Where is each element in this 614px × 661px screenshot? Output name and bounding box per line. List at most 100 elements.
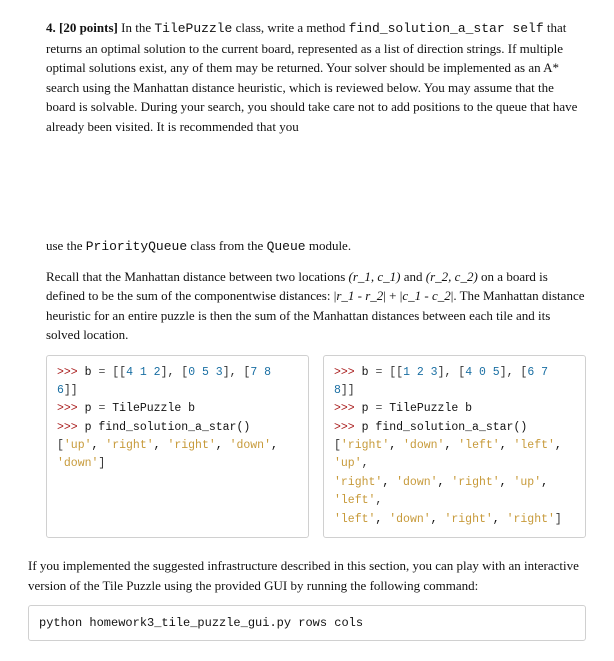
- var: p: [362, 402, 369, 415]
- op: =: [98, 402, 105, 415]
- bracket: [: [57, 439, 64, 452]
- text: class, write a method: [232, 20, 348, 35]
- comma: ,: [444, 439, 458, 452]
- comma: ,: [438, 476, 452, 489]
- nums: 0 5 3: [188, 366, 223, 379]
- call: TilePuzzle b: [112, 402, 195, 415]
- page-gap: [28, 146, 586, 236]
- code-output: ['up', 'right', 'right', 'down', 'down']: [57, 437, 298, 474]
- text: and: [401, 269, 426, 284]
- comma: ,: [271, 439, 278, 452]
- comma: ,: [216, 439, 230, 452]
- comma: ,: [555, 439, 562, 452]
- bracket: ], [: [500, 366, 528, 379]
- coord-2: (r_2, c_2): [426, 269, 478, 284]
- points-label: [20 points]: [59, 20, 118, 35]
- op: =: [375, 402, 382, 415]
- code-line: >>> p find_solution_a_star(): [334, 419, 575, 437]
- bracket: [: [334, 439, 341, 452]
- code-output: 'right', 'down', 'right', 'up', 'left',: [334, 474, 575, 511]
- code-example-left: >>> b = [[4 1 2], [0 5 3], [7 8 6]] >>> …: [46, 355, 309, 539]
- question-block: 4. [20 points] In the TilePuzzle class, …: [28, 18, 586, 136]
- bracket: [[: [112, 366, 126, 379]
- call: TilePuzzle b: [389, 402, 472, 415]
- coord-1: (r_1, c_1): [349, 269, 401, 284]
- var: b: [85, 366, 92, 379]
- command-text: python homework3_tile_puzzle_gui.py rows…: [39, 616, 363, 630]
- nums: 4 1 2: [126, 366, 161, 379]
- var: p: [85, 402, 92, 415]
- str: 'left': [334, 513, 375, 526]
- text: Recall that the Manhattan distance betwe…: [46, 269, 349, 284]
- bracket: ,: [362, 457, 369, 470]
- str: 'right': [507, 513, 555, 526]
- continuation-block: use the PriorityQueue class from the Que…: [28, 236, 586, 538]
- text: module.: [306, 238, 352, 253]
- op: =: [98, 366, 105, 379]
- code-line: >>> b = [[1 2 3], [4 0 5], [6 7 8]]: [334, 364, 575, 401]
- command-block: python homework3_tile_puzzle_gui.py rows…: [28, 605, 586, 641]
- str: 'up': [513, 476, 541, 489]
- str: 'right': [167, 439, 215, 452]
- op: =: [375, 366, 382, 379]
- nums: 4 0 5: [465, 366, 500, 379]
- class-name-queue: Queue: [267, 239, 306, 254]
- text: In the: [118, 20, 154, 35]
- code-output: 'left', 'down', 'right', 'right']: [334, 511, 575, 529]
- diff-1: r_1 - r_2: [336, 288, 383, 303]
- str: 'down': [389, 513, 430, 526]
- bracket: [[: [389, 366, 403, 379]
- comma: ,: [500, 476, 514, 489]
- comma: ,: [431, 513, 445, 526]
- comma: ,: [154, 439, 168, 452]
- text: that returns an optimal solution to the …: [46, 20, 577, 134]
- repl-prompt: >>>: [334, 366, 355, 379]
- str: 'right': [105, 439, 153, 452]
- bracket: ], [: [223, 366, 251, 379]
- str: 'down': [403, 439, 444, 452]
- code-line: >>> b = [[4 1 2], [0 5 3], [7 8 6]]: [57, 364, 298, 401]
- str: 'right': [334, 476, 382, 489]
- question-number: 4.: [46, 20, 56, 35]
- str: 'left': [514, 439, 555, 452]
- bracket: ], [: [161, 366, 189, 379]
- diff-2: c_1 - c_2: [402, 288, 450, 303]
- bracket: ]: [555, 513, 562, 526]
- code-line: >>> p find_solution_a_star(): [57, 419, 298, 437]
- repl-prompt: >>>: [57, 421, 78, 434]
- nums: 1 2 3: [403, 366, 438, 379]
- text: use the: [46, 238, 86, 253]
- repl-prompt: >>>: [334, 402, 355, 415]
- code-line: >>> p = TilePuzzle b: [57, 400, 298, 418]
- comma: ,: [375, 513, 389, 526]
- str: 'left': [334, 494, 375, 507]
- text: class from the: [187, 238, 266, 253]
- question-paragraph-3: Recall that the Manhattan distance betwe…: [46, 267, 586, 345]
- code-output: ['right', 'down', 'left', 'left', 'up',: [334, 437, 575, 474]
- str: 'up': [64, 439, 92, 452]
- comma: ,: [382, 476, 396, 489]
- repl-prompt: >>>: [334, 421, 355, 434]
- code-line: >>> p = TilePuzzle b: [334, 400, 575, 418]
- bracket: ], [: [438, 366, 466, 379]
- str: 'right': [341, 439, 389, 452]
- var: b: [362, 366, 369, 379]
- code-example-right: >>> b = [[1 2 3], [4 0 5], [6 7 8]] >>> …: [323, 355, 586, 539]
- repl-prompt: >>>: [57, 366, 78, 379]
- call: p find_solution_a_star(): [362, 421, 528, 434]
- bracket: ]]: [64, 384, 78, 397]
- str: 'down': [396, 476, 437, 489]
- closing-paragraph: If you implemented the suggested infrast…: [28, 556, 586, 595]
- comma: ,: [500, 439, 514, 452]
- bracket: ]: [98, 457, 105, 470]
- comma: ,: [92, 439, 106, 452]
- str: 'up': [334, 457, 362, 470]
- str: 'right': [451, 476, 499, 489]
- call: p find_solution_a_star(): [85, 421, 251, 434]
- comma: ,: [541, 476, 548, 489]
- code-examples-row: >>> b = [[4 1 2], [0 5 3], [7 8 6]] >>> …: [46, 355, 586, 539]
- repl-prompt: >>>: [57, 402, 78, 415]
- question-paragraph-1: 4. [20 points] In the TilePuzzle class, …: [46, 18, 586, 136]
- class-name-priorityqueue: PriorityQueue: [86, 239, 187, 254]
- text: | + |: [383, 288, 402, 303]
